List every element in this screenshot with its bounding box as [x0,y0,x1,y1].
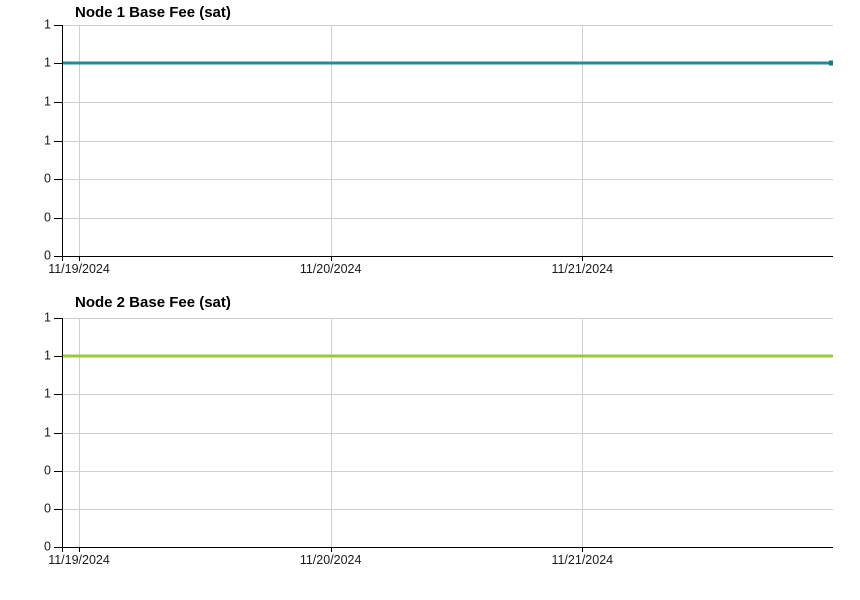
chart-title: Node 2 Base Fee (sat) [75,294,231,312]
vertical-gridline [582,318,583,547]
y-tick-label: 1 [29,95,51,108]
y-axis-tick [54,433,62,434]
y-tick-label: 1 [29,426,51,439]
horizontal-gridline [63,102,833,103]
vertical-gridline [331,25,332,256]
vertical-gridline [331,318,332,547]
y-axis-tick [54,547,62,548]
y-tick-label: 0 [29,211,51,224]
horizontal-gridline [63,433,833,434]
y-axis-tick [54,471,62,472]
vertical-gridline [582,25,583,256]
x-tick-label: 11/19/2024 [48,553,110,567]
y-tick-label: 0 [29,464,51,477]
x-axis-tick [331,547,332,552]
horizontal-gridline [63,141,833,142]
y-tick-label: 0 [29,502,51,515]
x-axis-tick [79,547,80,552]
y-axis-tick [54,356,62,357]
fee-series-line [63,355,833,358]
plot-area: 111100011/19/202411/20/202411/21/2024 [62,25,833,257]
fee-series-line [63,62,833,65]
y-axis-tick [54,218,62,219]
chart-node-1-base-fee: Node 1 Base Fee (sat) 111100011/19/20241… [0,0,860,290]
axis-corner-tick [62,256,63,261]
y-axis-tick [54,394,62,395]
y-tick-label: 1 [29,312,51,325]
y-axis-tick [54,256,62,257]
y-axis-tick [54,141,62,142]
y-tick-label: 1 [29,350,51,363]
y-tick-label: 1 [29,57,51,70]
x-axis-tick [79,256,80,261]
y-tick-label: 0 [29,172,51,185]
x-tick-label: 11/21/2024 [551,553,613,567]
chart-node-2-base-fee: Node 2 Base Fee (sat) 111100011/19/20241… [0,290,860,600]
y-axis-tick [54,63,62,64]
horizontal-gridline [63,318,833,319]
y-tick-label: 0 [29,250,51,263]
x-tick-label: 11/20/2024 [300,553,362,567]
y-tick-label: 0 [29,541,51,554]
y-axis-tick [54,25,62,26]
vertical-gridline [79,25,80,256]
fee-charts-page: { "colors": { "node1_line": "#1a8f9a", "… [0,0,860,600]
y-axis-tick [54,318,62,319]
plot-area: 111100011/19/202411/20/202411/21/2024 [62,318,833,548]
y-tick-label: 1 [29,388,51,401]
horizontal-gridline [63,218,833,219]
y-axis-tick [54,509,62,510]
chart-title: Node 1 Base Fee (sat) [75,4,231,22]
y-axis-tick [54,102,62,103]
y-axis-tick [54,179,62,180]
x-tick-label: 11/19/2024 [48,262,110,276]
y-tick-label: 1 [29,134,51,147]
axis-corner-tick [62,547,63,552]
x-axis-tick [582,547,583,552]
x-axis-tick [331,256,332,261]
horizontal-gridline [63,471,833,472]
horizontal-gridline [63,179,833,180]
vertical-gridline [79,318,80,547]
horizontal-gridline [63,394,833,395]
x-tick-label: 11/20/2024 [300,262,362,276]
x-axis-tick [582,256,583,261]
series-end-marker [829,61,833,66]
horizontal-gridline [63,509,833,510]
horizontal-gridline [63,25,833,26]
y-tick-label: 1 [29,19,51,32]
x-tick-label: 11/21/2024 [551,262,613,276]
